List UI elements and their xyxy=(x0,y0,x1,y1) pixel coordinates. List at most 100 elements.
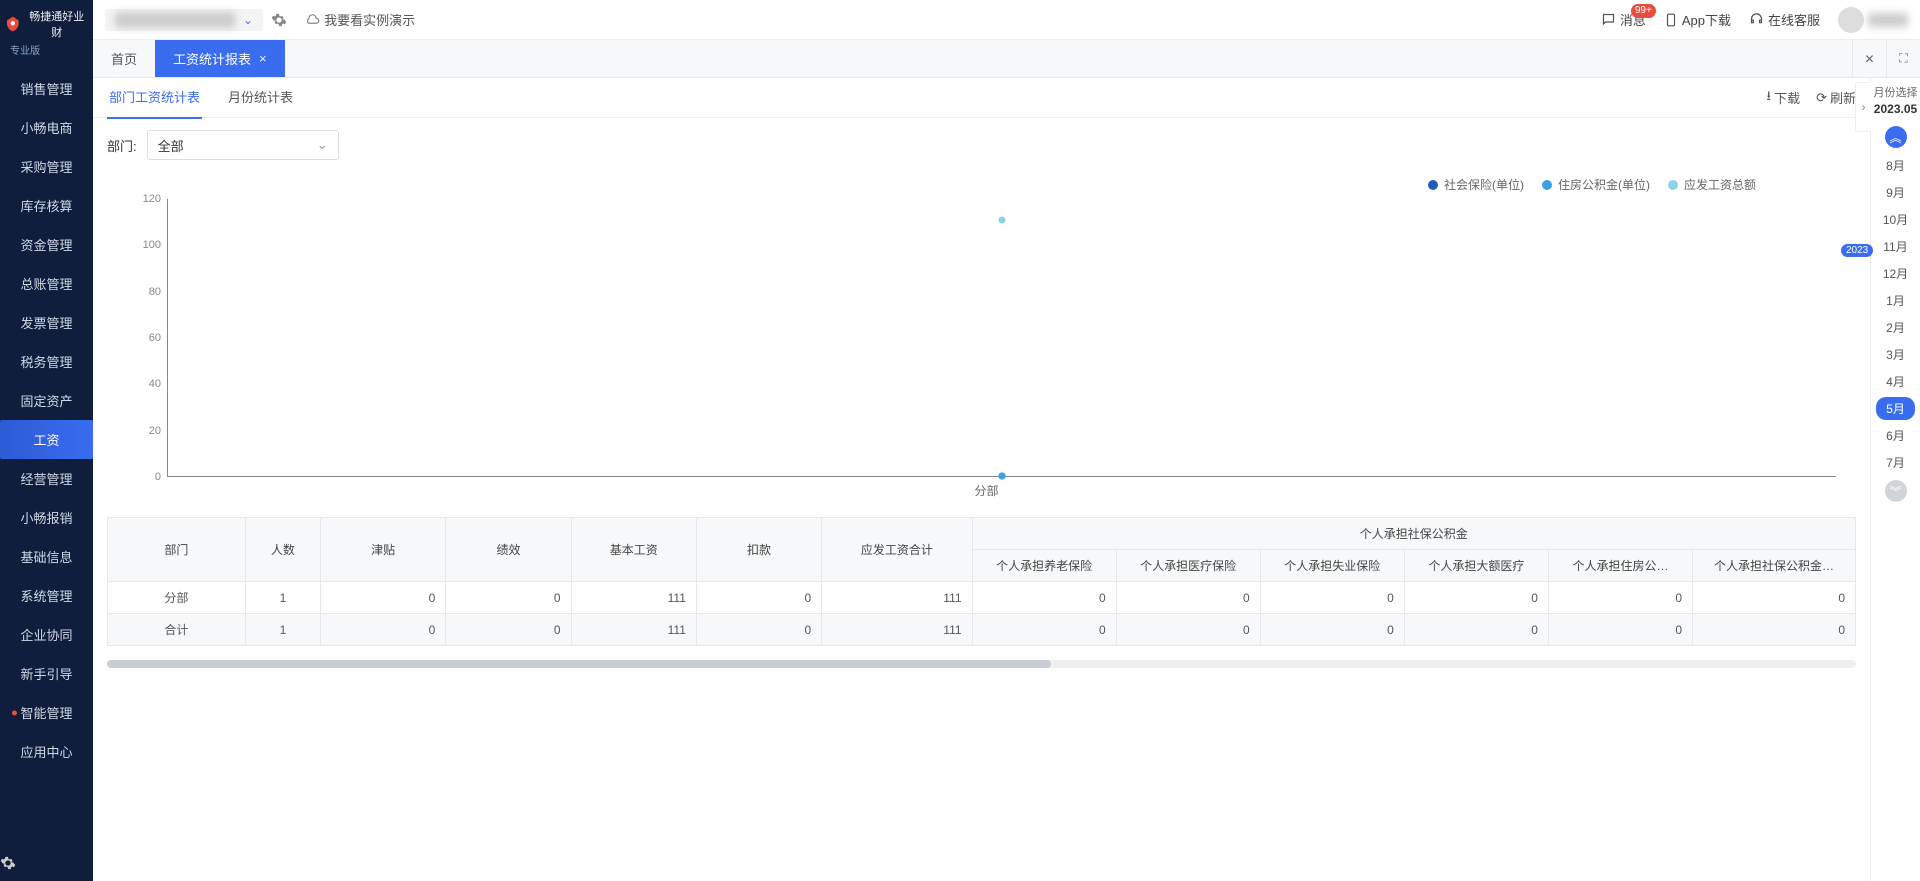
sidebar-item-新手引导[interactable]: 新手引导 xyxy=(0,654,93,693)
sidebar-item-label: 库存核算 xyxy=(20,199,72,214)
legend-dot-icon xyxy=(1542,180,1552,190)
month-option[interactable]: 12月 xyxy=(1877,262,1914,285)
phone-icon xyxy=(1664,13,1678,27)
sidebar-item-税务管理[interactable]: 税务管理 xyxy=(0,342,93,381)
table-row[interactable]: 分部1001110111000000 xyxy=(108,582,1856,614)
cell-value: 111 xyxy=(822,582,972,614)
month-option[interactable]: 9月 xyxy=(1880,181,1911,204)
refresh-button[interactable]: ⟳ 刷新 xyxy=(1816,87,1856,109)
cell-value: 0 xyxy=(446,614,571,646)
month-scroll-down[interactable]: ︾ xyxy=(1885,480,1907,502)
table-header: 个人承担养老保险 xyxy=(972,550,1116,582)
download-label: 下载 xyxy=(1774,88,1800,107)
legend-item[interactable]: 应发工资总额 xyxy=(1668,176,1756,193)
fullscreen-button[interactable]: ⛶ xyxy=(1886,40,1920,77)
org-selector[interactable]: ⌄ xyxy=(105,9,263,31)
cell-value: 0 xyxy=(972,614,1116,646)
user-menu[interactable] xyxy=(1838,7,1908,33)
legend-item[interactable]: 社会保险(单位) xyxy=(1428,176,1524,193)
sidebar-item-发票管理[interactable]: 发票管理 xyxy=(0,303,93,342)
sidebar-item-label: 新手引导 xyxy=(20,667,72,682)
cell-value: 0 xyxy=(1260,614,1404,646)
close-icon[interactable]: × xyxy=(259,51,267,66)
cell-dept: 分部 xyxy=(108,582,246,614)
sidebar-item-基础信息[interactable]: 基础信息 xyxy=(0,537,93,576)
page-tab-首页[interactable]: 首页 xyxy=(93,40,155,77)
month-rail-collapse[interactable]: › xyxy=(1855,82,1871,132)
sidebar-item-label: 基础信息 xyxy=(20,550,72,565)
month-scroll-up[interactable]: ︽ xyxy=(1885,126,1907,148)
tabs-close-all-button[interactable]: ✕ xyxy=(1852,40,1886,77)
chat-icon xyxy=(1601,12,1616,27)
top-bar: ⌄ 我要看实例演示 消息 99+ App下载 xyxy=(93,0,1920,40)
gear-icon xyxy=(271,12,287,28)
month-option[interactable]: 5月 xyxy=(1876,397,1915,420)
page-tab-工资统计报表[interactable]: 工资统计报表× xyxy=(155,40,285,77)
month-option[interactable]: 4月 xyxy=(1880,370,1911,393)
sidebar-item-小畅报销[interactable]: 小畅报销 xyxy=(0,498,93,537)
cell-value: 0 xyxy=(1260,582,1404,614)
month-option[interactable]: 6月 xyxy=(1880,424,1911,447)
sidebar-item-总账管理[interactable]: 总账管理 xyxy=(0,264,93,303)
sidebar-item-label: 小畅报销 xyxy=(20,511,72,526)
sidebar-item-销售管理[interactable]: 销售管理 xyxy=(0,69,93,108)
month-option[interactable]: 2月 xyxy=(1880,316,1911,339)
logo-icon xyxy=(4,15,22,33)
month-option[interactable]: 8月 xyxy=(1880,154,1911,177)
cell-value: 0 xyxy=(972,582,1116,614)
chevron-down-icon: ⌄ xyxy=(317,137,328,153)
sidebar-item-经营管理[interactable]: 经营管理 xyxy=(0,459,93,498)
y-tick: 40 xyxy=(149,378,161,390)
subtab-部门工资统计表[interactable]: 部门工资统计表 xyxy=(107,76,202,119)
app-download-button[interactable]: App下载 xyxy=(1664,10,1731,29)
brand-edition: 专业版 xyxy=(4,40,89,57)
cell-value: 0 xyxy=(1693,582,1856,614)
sidebar-item-智能管理[interactable]: 智能管理 xyxy=(0,693,93,732)
month-option[interactable]: 10月 xyxy=(1877,208,1914,231)
sidebar-item-label: 智能管理 xyxy=(20,706,72,721)
sidebar-item-采购管理[interactable]: 采购管理 xyxy=(0,147,93,186)
sidebar-item-企业协同[interactable]: 企业协同 xyxy=(0,615,93,654)
sidebar-item-资金管理[interactable]: 资金管理 xyxy=(0,225,93,264)
cell-value: 111 xyxy=(822,614,972,646)
cell-value: 0 xyxy=(1548,614,1692,646)
chart-x-category: 分部 xyxy=(974,482,998,499)
month-option[interactable]: 1月 xyxy=(1880,289,1911,312)
online-service-button[interactable]: 在线客服 xyxy=(1749,10,1820,29)
legend-item[interactable]: 住房公积金(单位) xyxy=(1542,176,1650,193)
demo-link[interactable]: 我要看实例演示 xyxy=(305,10,415,29)
download-button[interactable]: ⭳ 下载 xyxy=(1767,87,1801,109)
table-header: 应发工资合计 xyxy=(822,518,972,582)
department-filter-label: 部门: xyxy=(107,136,137,155)
table-header: 扣款 xyxy=(696,518,821,582)
messages-button[interactable]: 消息 99+ xyxy=(1601,10,1646,29)
table-header: 部门 xyxy=(108,518,246,582)
department-selected: 全部 xyxy=(158,136,184,155)
tab-label: 首页 xyxy=(111,49,137,68)
legend-label: 住房公积金(单位) xyxy=(1558,176,1650,193)
sidebar-item-库存核算[interactable]: 库存核算 xyxy=(0,186,93,225)
year-tag: 2023 xyxy=(1841,244,1873,257)
sidebar-item-系统管理[interactable]: 系统管理 xyxy=(0,576,93,615)
month-option[interactable]: 3月 xyxy=(1880,343,1911,366)
legend-dot-icon xyxy=(1428,180,1438,190)
month-option[interactable]: 11月 xyxy=(1877,235,1913,258)
demo-label: 我要看实例演示 xyxy=(324,10,415,29)
sidebar-item-label: 小畅电商 xyxy=(20,121,72,136)
department-select[interactable]: 全部 ⌄ xyxy=(147,130,339,160)
settings-button[interactable] xyxy=(0,845,93,881)
month-option[interactable]: 7月 xyxy=(1880,451,1911,474)
table-header: 个人承担住房公… xyxy=(1548,550,1692,582)
sidebar-item-应用中心[interactable]: 应用中心 xyxy=(0,732,93,771)
sidebar-item-工资[interactable]: 工资 xyxy=(0,420,93,459)
horizontal-scrollbar[interactable] xyxy=(107,660,1856,668)
y-tick: 60 xyxy=(149,332,161,344)
sidebar-item-小畅电商[interactable]: 小畅电商 xyxy=(0,108,93,147)
org-settings-button[interactable] xyxy=(271,12,287,28)
sidebar-item-label: 采购管理 xyxy=(20,160,72,175)
sidebar-item-label: 经营管理 xyxy=(20,472,72,487)
data-point xyxy=(999,473,1006,480)
subtab-月份统计表[interactable]: 月份统计表 xyxy=(226,76,295,119)
cell-value: 0 xyxy=(446,582,571,614)
sidebar-item-固定资产[interactable]: 固定资产 xyxy=(0,381,93,420)
